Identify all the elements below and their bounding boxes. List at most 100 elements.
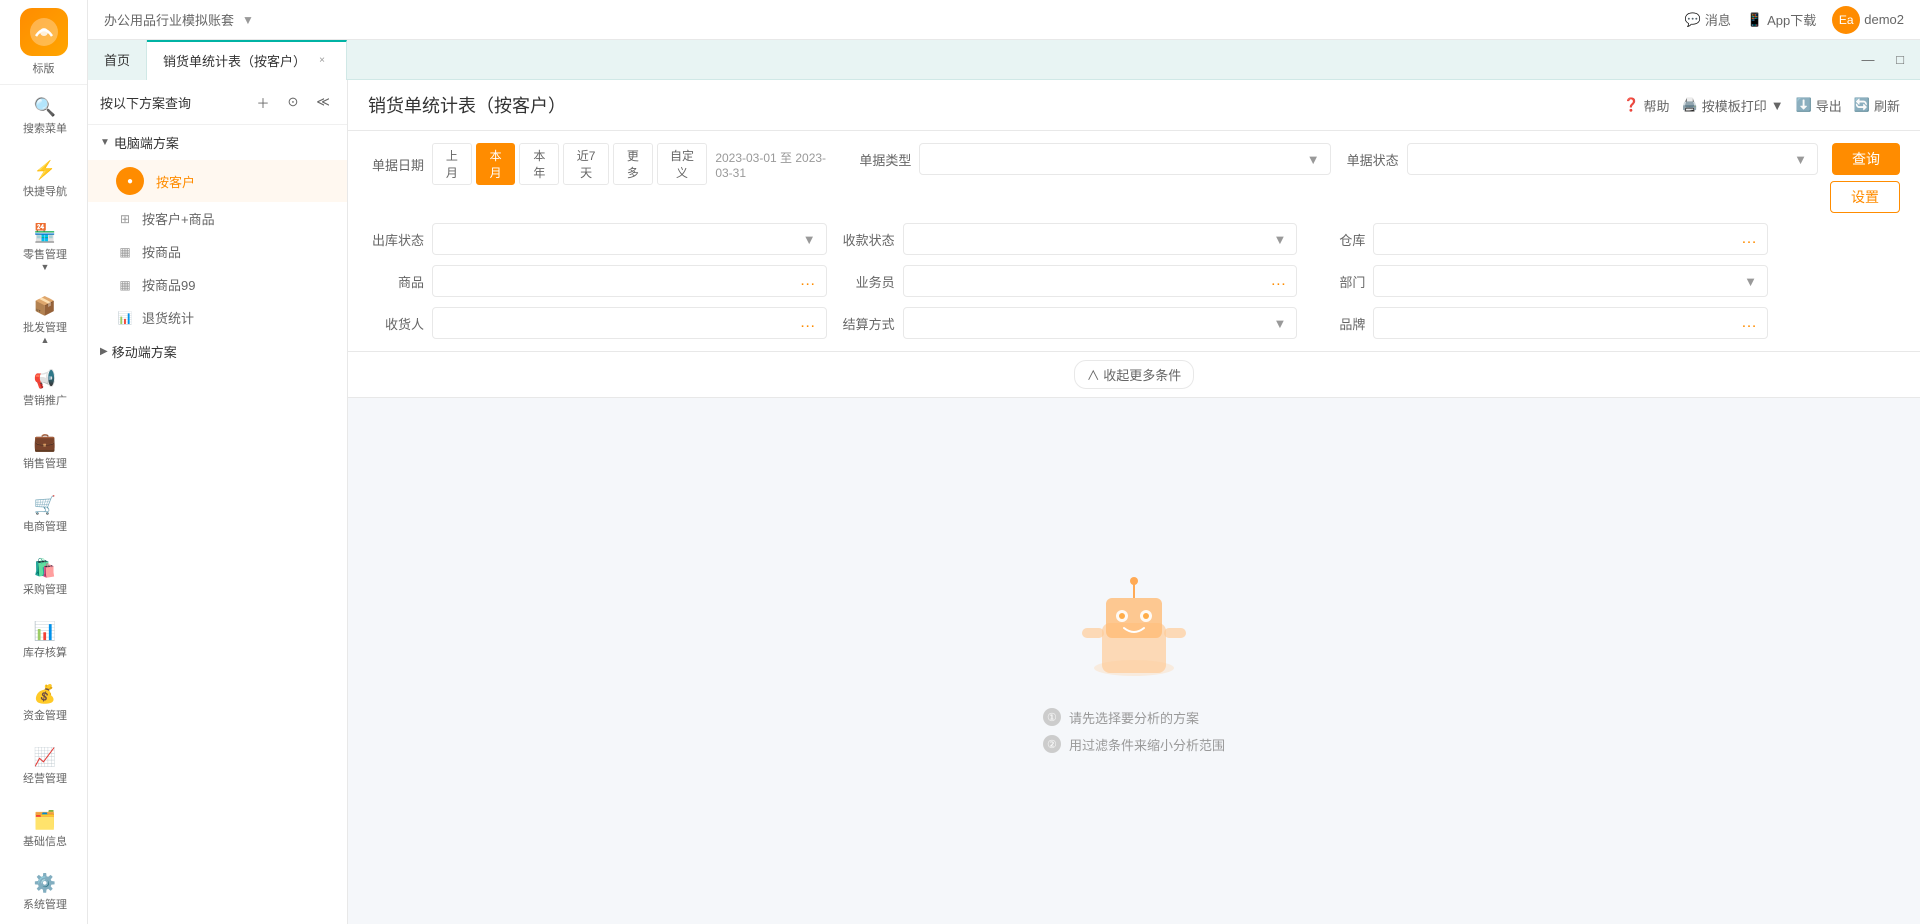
user-menu[interactable]: Ea demo2 [1832,6,1904,34]
scheme-group-desktop-header[interactable]: ▼ 电脑端方案 [88,125,347,160]
dept-select[interactable]: ▼ [1373,265,1768,297]
scheme-item-return-stats-label: 退货统计 [142,308,194,327]
tab-bar: 首页 销货单统计表（按客户） × — □ [88,40,1920,80]
app-download-btn[interactable]: 📱 App下载 [1747,10,1816,29]
scheme-group-mobile-header[interactable]: ▶ 移动端方案 [88,334,347,369]
collapse-panel-btn[interactable]: ≪ [311,90,335,114]
query-button[interactable]: 查询 [1832,143,1900,175]
industry-dropdown-icon[interactable]: ▼ [242,13,254,27]
download-icon: 📱 [1747,12,1763,28]
date-btn-this-month[interactable]: 本月 [476,143,516,185]
purchase-icon: 🛍️ [34,558,56,579]
status-select[interactable]: ▼ [1407,143,1818,175]
tab-home[interactable]: 首页 [88,40,147,80]
app-logo-icon [20,8,68,56]
right-panel: 销货单统计表（按客户） ❓ 帮助 🖨️ 按模板打印 ▼ ⬇️ [348,80,1920,924]
collapse-filters-btn[interactable]: ∧ 收起更多条件 [1074,360,1195,389]
scheme-panel-title: 按以下方案查询 [100,93,191,112]
recipient-dots: … [800,314,816,332]
help-icon: ❓ [1623,97,1639,113]
sidebar-item-basic[interactable]: 🗂️ 基础信息 [0,798,87,861]
refresh-btn[interactable]: 🔄 刷新 [1854,96,1900,115]
message-btn[interactable]: 💬 消息 [1685,10,1731,29]
sidebar-item-sales[interactable]: 💼 销售管理 [0,420,87,483]
tip-num-1: ① [1043,708,1061,726]
pay-status-arrow: ▼ [1273,232,1286,247]
page-header-actions: ❓ 帮助 🖨️ 按模板打印 ▼ ⬇️ 导出 � [1623,96,1900,115]
date-btn-more[interactable]: 更多 [613,143,653,185]
mobile-scheme-arrow: ▶ [100,346,108,357]
tab-sales-stat[interactable]: 销货单统计表（按客户） × [147,40,347,80]
help-btn[interactable]: ❓ 帮助 [1623,96,1669,115]
operation-icon: 📈 [34,747,56,768]
print-dropdown-icon: ▼ [1771,98,1784,113]
date-btn-custom[interactable]: 自定义 [657,143,708,185]
sidebar-item-finance[interactable]: 💰 资金管理 [0,672,87,735]
warehouse-label: 仓库 [1309,230,1365,249]
salesperson-input[interactable]: … [903,265,1298,297]
left-panel-header: 按以下方案查询 ＋ ⊙ ≪ [88,80,347,125]
payment-method-arrow: ▼ [1273,316,1286,331]
scheme-panel-actions: ＋ ⊙ ≪ [251,90,335,114]
dept-select-arrow: ▼ [1744,274,1757,289]
query-btn-group: 查询 设置 [1830,143,1900,213]
scheme-item-by-customer-product-label: 按客户+商品 [142,209,215,228]
warehouse-dots: … [1741,230,1757,248]
date-btn-this-year[interactable]: 本年 [519,143,559,185]
scheme-item-by-product[interactable]: ▦ 按商品 [88,235,347,268]
settings-button[interactable]: 设置 [1830,181,1900,213]
system-icon: ⚙️ [34,873,56,894]
template-print-btn[interactable]: 🖨️ 按模板打印 ▼ [1682,96,1784,115]
export-btn[interactable]: ⬇️ 导出 [1796,96,1842,115]
date-btn-7days[interactable]: 近7天 [563,143,609,185]
scheme-item-by-product-99[interactable]: ▦ 按商品99 [88,268,347,301]
status-label: 单据状态 [1343,150,1399,169]
sidebar-item-retail[interactable]: 🏪 零售管理 ▼ [0,211,87,284]
scheme-item-return-stats[interactable]: 📊 退货统计 [88,301,347,334]
collapse-bar: ∧ 收起更多条件 [348,352,1920,398]
recipient-input[interactable]: … [432,307,827,339]
payment-method-label: 结算方式 [839,314,895,333]
top-header: 办公用品行业模拟账套 ▼ 💬 消息 📱 App下载 Ea demo2 [88,0,1920,40]
refresh-icon: 🔄 [1854,97,1870,113]
product-input[interactable]: … [432,265,827,297]
product-label: 商品 [368,272,424,291]
sidebar-item-quicknav[interactable]: ⚡ 快捷导航 [0,148,87,211]
payment-method-select[interactable]: ▼ [903,307,1298,339]
sidebar-item-operation[interactable]: 📈 经营管理 [0,735,87,798]
basic-icon: 🗂️ [34,810,56,831]
type-select-arrow: ▼ [1307,152,1320,167]
pay-status-select[interactable]: ▼ [903,223,1298,255]
date-btn-last-month[interactable]: 上月 [432,143,472,185]
export-icon: ⬇️ [1796,97,1812,113]
tab-home-label: 首页 [104,50,130,69]
sidebar-item-purchase[interactable]: 🛍️ 采购管理 [0,546,87,609]
wholesale-icon: 📦 [34,296,56,317]
scheme-item-by-customer-product[interactable]: ⊞ 按客户+商品 [88,202,347,235]
product-icon: ▦ [116,243,134,261]
out-status-select[interactable]: ▼ [432,223,827,255]
type-select[interactable]: ▼ [919,143,1330,175]
sidebar-item-ecommerce[interactable]: 🛒 电商管理 [0,483,87,546]
product-99-icon: ▦ [116,276,134,294]
brand-input[interactable]: … [1373,307,1768,339]
scheme-item-by-customer[interactable]: ● 按客户 [88,160,347,202]
tab-maximize-btn[interactable]: □ [1888,48,1912,72]
sidebar-item-inventory[interactable]: 📊 库存核算 [0,609,87,672]
brand-label: 品牌 [1309,314,1365,333]
out-status-arrow: ▼ [803,232,816,247]
scheme-group-arrow: ▼ [100,137,110,148]
sidebar-item-wholesale[interactable]: 📦 批发管理 ▲ [0,284,87,357]
tab-minimize-btn[interactable]: — [1856,48,1880,72]
add-scheme-btn[interactable]: ＋ [251,90,275,114]
page-title: 销货单统计表（按客户） [368,92,566,118]
date-range-text: 2023-03-01 至 2023-03-31 [715,149,843,180]
sidebar-item-marketing[interactable]: 📢 营销推广 [0,357,87,420]
header-right: 💬 消息 📱 App下载 Ea demo2 [1685,6,1904,34]
sidebar-item-search[interactable]: 🔍 搜索菜单 [0,85,87,148]
edit-scheme-btn[interactable]: ⊙ [281,90,305,114]
tab-close-btn[interactable]: × [314,53,330,69]
sidebar-item-system[interactable]: ⚙️ 系统管理 [0,861,87,924]
warehouse-input[interactable]: … [1373,223,1768,255]
brand-dots: … [1741,314,1757,332]
